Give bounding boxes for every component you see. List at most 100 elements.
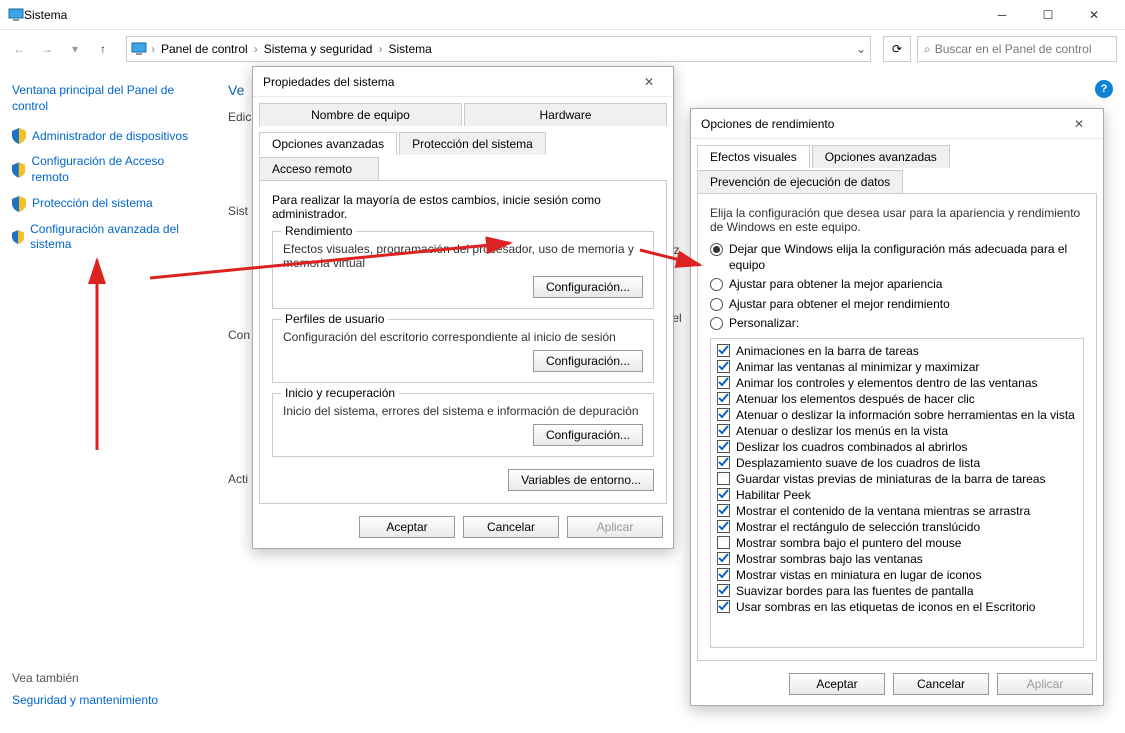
checkbox-item[interactable]: Animaciones en la barra de tareas: [717, 343, 1077, 359]
radio-icon: [710, 317, 723, 330]
group-label: Inicio y recuperación: [281, 386, 399, 400]
sidebar-item-remote-access[interactable]: Configuración de Acceso remoto: [12, 154, 198, 185]
system-icon: [131, 41, 147, 57]
tab-advanced-options[interactable]: Opciones avanzadas: [812, 145, 950, 168]
checkbox-icon: [717, 584, 730, 597]
checkbox-item[interactable]: Guardar vistas previas de miniaturas de …: [717, 471, 1077, 487]
breadcrumb[interactable]: Panel de control: [159, 42, 250, 56]
see-also-link[interactable]: Seguridad y mantenimiento: [12, 693, 158, 707]
checkbox-icon: [717, 408, 730, 421]
address-dropdown[interactable]: ⌄: [856, 42, 866, 56]
group-label: Perfiles de usuario: [281, 312, 388, 326]
sidebar: Ventana principal del Panel de control A…: [0, 68, 210, 733]
tab-hardware[interactable]: Hardware: [464, 103, 667, 126]
radio-icon: [710, 298, 723, 311]
checkbox-item[interactable]: Mostrar vistas en miniatura en lugar de …: [717, 567, 1077, 583]
radio-label: Personalizar:: [729, 316, 799, 332]
close-button[interactable]: ✕: [1071, 0, 1117, 30]
tab-dep[interactable]: Prevención de ejecución de datos: [697, 170, 903, 193]
checkbox-item[interactable]: Deslizar los cuadros combinados al abrir…: [717, 439, 1077, 455]
checkbox-item[interactable]: Animar las ventanas al minimizar y maxim…: [717, 359, 1077, 375]
ok-button[interactable]: Aceptar: [359, 516, 455, 538]
shield-icon: [12, 229, 24, 245]
checkbox-item[interactable]: Atenuar los elementos después de hacer c…: [717, 391, 1077, 407]
group-description: Configuración del escritorio correspondi…: [283, 330, 643, 344]
recent-dropdown[interactable]: ▾: [64, 38, 86, 60]
minimize-button[interactable]: ─: [979, 0, 1025, 30]
checkbox-item[interactable]: Mostrar el contenido de la ventana mient…: [717, 503, 1077, 519]
checkbox-item[interactable]: Habilitar Peek: [717, 487, 1077, 503]
window-title: Sistema: [24, 8, 979, 22]
radio-option-3[interactable]: Personalizar:: [710, 316, 1084, 332]
tab-visual-effects[interactable]: Efectos visuales: [697, 145, 810, 168]
tab-advanced-options[interactable]: Opciones avanzadas: [259, 132, 397, 155]
checkbox-item[interactable]: Desplazamiento suave de los cuadros de l…: [717, 455, 1077, 471]
checkbox-label: Atenuar los elementos después de hacer c…: [736, 392, 975, 406]
radio-option-0[interactable]: Dejar que Windows elija la configuración…: [710, 242, 1084, 273]
checkbox-item[interactable]: Mostrar sombra bajo el puntero del mouse: [717, 535, 1077, 551]
ok-button[interactable]: Aceptar: [789, 673, 885, 695]
checkbox-icon: [717, 360, 730, 373]
checkbox-item[interactable]: Atenuar o deslizar la información sobre …: [717, 407, 1077, 423]
apply-button[interactable]: Aplicar: [997, 673, 1093, 695]
checkbox-label: Animar los controles y elementos dentro …: [736, 376, 1038, 390]
breadcrumb[interactable]: Sistema y seguridad: [262, 42, 375, 56]
sidebar-item-label: Configuración de Acceso remoto: [31, 154, 198, 185]
checkbox-icon: [717, 376, 730, 389]
maximize-button[interactable]: ☐: [1025, 0, 1071, 30]
checkbox-item[interactable]: Mostrar el rectángulo de selección trans…: [717, 519, 1077, 535]
up-button[interactable]: ↑: [92, 38, 114, 60]
refresh-button[interactable]: ⟳: [883, 36, 911, 62]
checkbox-label: Animaciones en la barra de tareas: [736, 344, 919, 358]
checkbox-label: Mostrar el rectángulo de selección trans…: [736, 520, 980, 534]
checkbox-label: Atenuar o deslizar la información sobre …: [736, 408, 1075, 422]
checkbox-label: Mostrar el contenido de la ventana mient…: [736, 504, 1030, 518]
sidebar-item-device-manager[interactable]: Administrador de dispositivos: [12, 128, 198, 144]
cancel-button[interactable]: Cancelar: [463, 516, 559, 538]
checkbox-label: Mostrar sombras bajo las ventanas: [736, 552, 923, 566]
group-description: Efectos visuales, programación del proce…: [283, 242, 643, 270]
user-profiles-config-button[interactable]: Configuración...: [533, 350, 643, 372]
chevron-right-icon: ›: [254, 42, 258, 56]
checkbox-item[interactable]: Mostrar sombras bajo las ventanas: [717, 551, 1077, 567]
checkbox-item[interactable]: Animar los controles y elementos dentro …: [717, 375, 1077, 391]
breadcrumb[interactable]: Sistema: [386, 42, 433, 56]
checkbox-item[interactable]: Usar sombras en las etiquetas de iconos …: [717, 599, 1077, 615]
group-description: Inicio del sistema, errores del sistema …: [283, 404, 643, 418]
cancel-button[interactable]: Cancelar: [893, 673, 989, 695]
checkbox-icon: [717, 504, 730, 517]
checkbox-icon: [717, 472, 730, 485]
performance-config-button[interactable]: Configuración...: [533, 276, 643, 298]
startup-config-button[interactable]: Configuración...: [533, 424, 643, 446]
checkbox-label: Suavizar bordes para las fuentes de pant…: [736, 584, 974, 598]
checkbox-icon: [717, 536, 730, 549]
control-panel-home-link[interactable]: Ventana principal del Panel de control: [12, 82, 198, 114]
checkbox-icon: [717, 488, 730, 501]
tab-system-protection[interactable]: Protección del sistema: [399, 132, 546, 155]
tab-remote-access[interactable]: Acceso remoto: [259, 157, 379, 180]
help-icon[interactable]: ?: [1095, 80, 1113, 98]
radio-option-1[interactable]: Ajustar para obtener la mejor apariencia: [710, 277, 1084, 293]
apply-button[interactable]: Aplicar: [567, 516, 663, 538]
sidebar-item-system-protection[interactable]: Protección del sistema: [12, 196, 198, 212]
env-variables-button[interactable]: Variables de entorno...: [508, 469, 654, 491]
checkbox-item[interactable]: Suavizar bordes para las fuentes de pant…: [717, 583, 1077, 599]
group-label: Rendimiento: [281, 224, 356, 238]
search-icon: ⌕: [924, 42, 931, 57]
sidebar-item-advanced-system[interactable]: Configuración avanzada del sistema: [12, 222, 198, 253]
checkbox-icon: [717, 600, 730, 613]
chevron-right-icon: ›: [151, 42, 155, 56]
address-bar[interactable]: › Panel de control › Sistema y seguridad…: [126, 36, 871, 62]
tab-computer-name[interactable]: Nombre de equipo: [259, 103, 462, 126]
search-input[interactable]: ⌕ Buscar en el Panel de control: [917, 36, 1117, 62]
performance-options-dialog: Opciones de rendimiento ✕ Efectos visual…: [690, 108, 1104, 706]
checkbox-item[interactable]: Atenuar o deslizar los menús en la vista: [717, 423, 1077, 439]
back-button[interactable]: ←: [8, 38, 30, 60]
close-button[interactable]: ✕: [1065, 113, 1093, 135]
radio-label: Ajustar para obtener la mejor apariencia: [729, 277, 942, 293]
close-button[interactable]: ✕: [635, 71, 663, 93]
radio-option-2[interactable]: Ajustar para obtener el mejor rendimient…: [710, 297, 1084, 313]
checkbox-label: Atenuar o deslizar los menús en la vista: [736, 424, 948, 438]
checkbox-icon: [717, 392, 730, 405]
forward-button[interactable]: →: [36, 38, 58, 60]
